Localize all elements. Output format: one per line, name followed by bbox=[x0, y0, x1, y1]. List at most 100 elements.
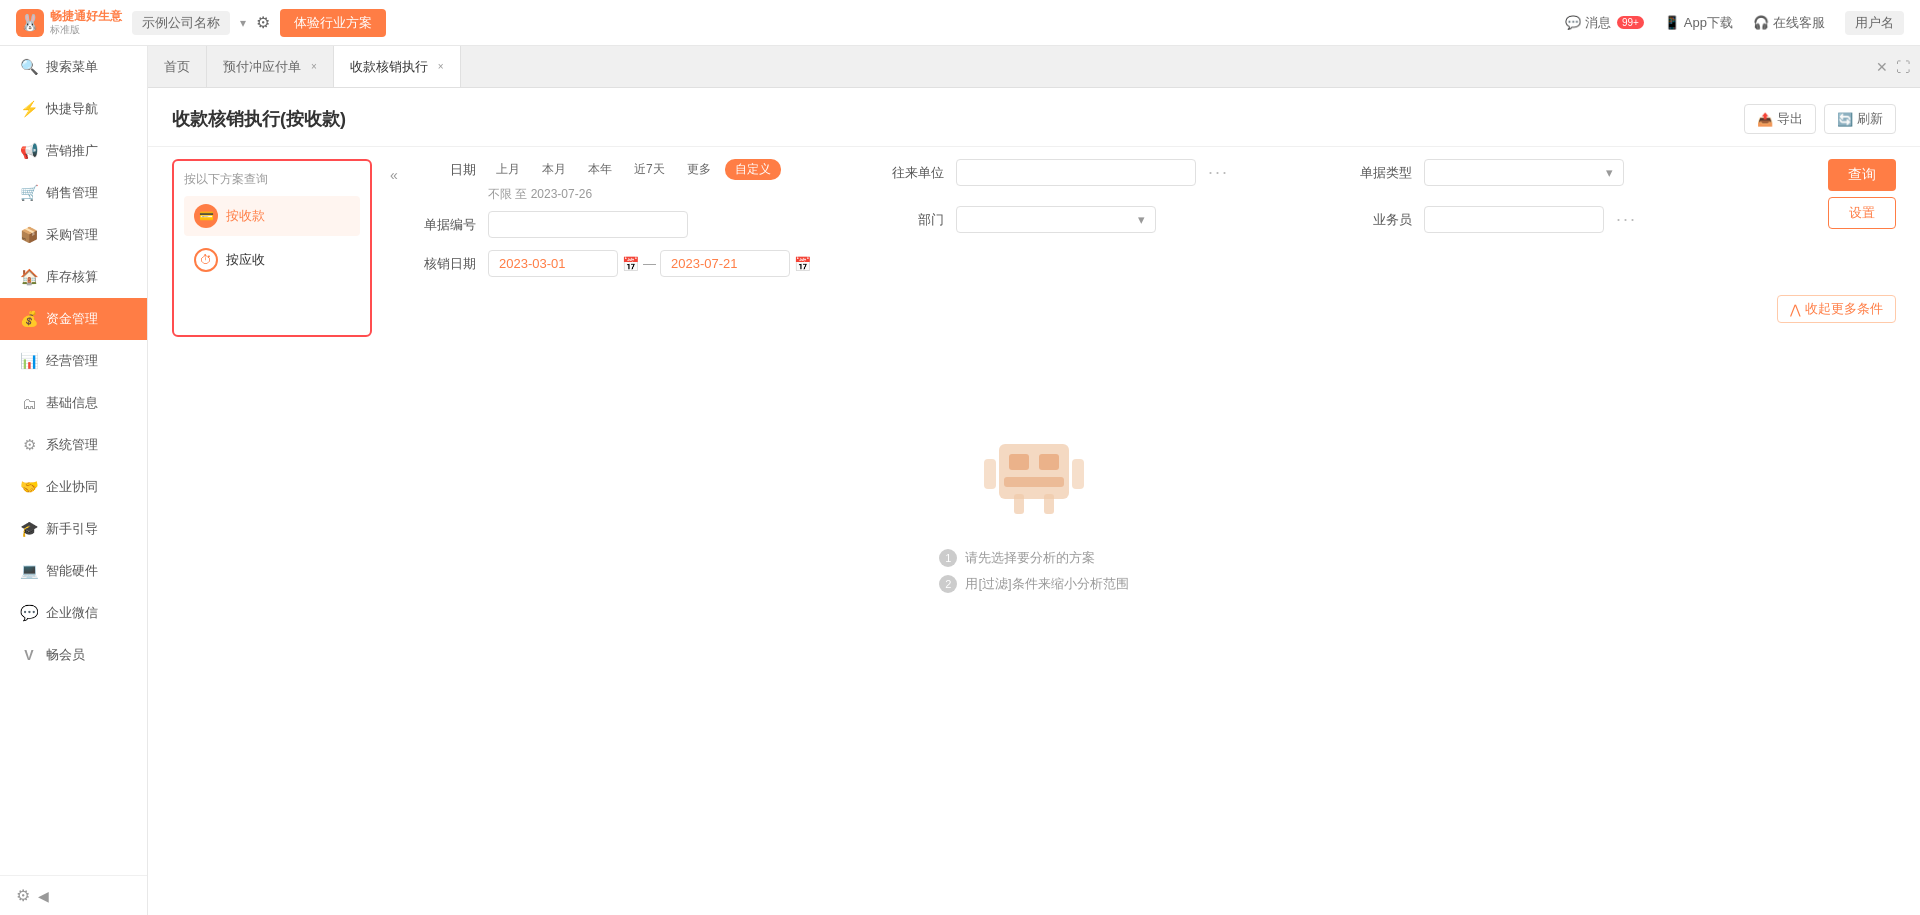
date-range-separator: — bbox=[643, 256, 656, 271]
department-select[interactable]: ▾ bbox=[956, 206, 1156, 233]
date-btn-this-year[interactable]: 本年 bbox=[580, 159, 620, 180]
tab-prepay-label: 预付冲应付单 bbox=[223, 58, 301, 76]
svg-rect-7 bbox=[1072, 459, 1084, 489]
funds-icon: 💰 bbox=[20, 310, 38, 328]
tab-expand-icon[interactable]: ⛶ bbox=[1896, 59, 1910, 75]
refresh-button[interactable]: 🔄 刷新 bbox=[1824, 104, 1896, 134]
message-badge: 99+ bbox=[1617, 16, 1644, 29]
marketing-icon: 📢 bbox=[20, 142, 38, 160]
empty-svg bbox=[974, 409, 1094, 529]
inventory-icon: 🏠 bbox=[20, 268, 38, 286]
svg-rect-1 bbox=[1009, 454, 1029, 470]
app-edition: 标准版 bbox=[50, 24, 122, 36]
sidebar-label-collaboration: 企业协同 bbox=[46, 478, 98, 496]
sidebar-item-member[interactable]: V 畅会员 bbox=[0, 634, 147, 676]
filter-option-by-collection[interactable]: 💳 按收款 bbox=[184, 196, 360, 236]
salesperson-input[interactable] bbox=[1424, 206, 1604, 233]
verify-date-end-calendar-icon[interactable]: 📅 bbox=[794, 256, 811, 272]
tab-collection[interactable]: 收款核销执行 × bbox=[334, 46, 461, 87]
online-service-button[interactable]: 🎧 在线客服 bbox=[1753, 14, 1825, 32]
filter-settings-button[interactable]: 设置 bbox=[1828, 197, 1896, 229]
salesperson-more-icon[interactable]: ··· bbox=[1616, 209, 1637, 230]
department-label: 部门 bbox=[884, 211, 944, 229]
filter-scheme-panel: 按以下方案查询 💳 按收款 ⏱ 按应收 bbox=[172, 159, 372, 337]
empty-tip-1: 1 请先选择要分析的方案 bbox=[939, 549, 1128, 567]
sidebar-item-basic-info[interactable]: 🗂 基础信息 bbox=[0, 382, 147, 424]
sidebar-item-funds[interactable]: 💰 资金管理 bbox=[0, 298, 147, 340]
refresh-icon: 🔄 bbox=[1837, 112, 1853, 127]
svg-rect-4 bbox=[1014, 494, 1024, 514]
sidebar-item-marketing[interactable]: 📢 营销推广 bbox=[0, 130, 147, 172]
verify-date-range: 📅 — 📅 bbox=[488, 250, 811, 277]
sidebar-item-quick-nav[interactable]: ⚡ 快捷导航 bbox=[0, 88, 147, 130]
tab-prepay[interactable]: 预付冲应付单 × bbox=[207, 46, 334, 87]
collapse-conditions-button[interactable]: ⋀ 收起更多条件 bbox=[1777, 295, 1896, 323]
tab-collection-close-icon[interactable]: × bbox=[438, 61, 444, 72]
verify-date-start-input[interactable] bbox=[488, 250, 618, 277]
system-icon: ⚙ bbox=[20, 436, 38, 454]
page-actions: 📤 导出 🔄 刷新 bbox=[1744, 104, 1896, 134]
doc-no-label: 单据编号 bbox=[416, 216, 476, 234]
query-button[interactable]: 查询 bbox=[1828, 159, 1896, 191]
export-button[interactable]: 📤 导出 bbox=[1744, 104, 1816, 134]
tip-text-1: 请先选择要分析的方案 bbox=[965, 549, 1095, 567]
verify-date-start-calendar-icon[interactable]: 📅 bbox=[622, 256, 639, 272]
date-shortcuts: 上月 本月 本年 近7天 更多 自定义 bbox=[488, 159, 781, 180]
sidebar-item-collaboration[interactable]: 🤝 企业协同 bbox=[0, 466, 147, 508]
company-chevron-icon[interactable]: ▾ bbox=[240, 16, 246, 30]
user-info[interactable]: 用户名 bbox=[1845, 11, 1904, 35]
company-selector[interactable]: 示例公司名称 bbox=[132, 11, 230, 35]
sidebar-label-sales: 销售管理 bbox=[46, 184, 98, 202]
sidebar-item-hardware[interactable]: 💻 智能硬件 bbox=[0, 550, 147, 592]
date-btn-custom[interactable]: 自定义 bbox=[725, 159, 781, 180]
sidebar-label-guide: 新手引导 bbox=[46, 520, 98, 538]
date-btn-this-month[interactable]: 本月 bbox=[534, 159, 574, 180]
counterparty-more-icon[interactable]: ··· bbox=[1208, 162, 1229, 183]
filter-option-label-collection: 按收款 bbox=[226, 207, 265, 225]
settings-gear-icon[interactable]: ⚙ bbox=[256, 13, 270, 32]
app-download-button[interactable]: 📱 App下载 bbox=[1664, 14, 1733, 32]
empty-state: 1 请先选择要分析的方案 2 用[过滤]条件来缩小分析范围 bbox=[148, 349, 1920, 653]
date-btn-7days[interactable]: 近7天 bbox=[626, 159, 673, 180]
collapse-icon: ⋀ bbox=[1790, 302, 1801, 317]
message-button[interactable]: 💬 消息 99+ bbox=[1565, 14, 1644, 32]
sidebar-item-system[interactable]: ⚙ 系统管理 bbox=[0, 424, 147, 466]
page-title: 收款核销执行(按收款) bbox=[172, 107, 346, 131]
filter-panel: 按以下方案查询 💳 按收款 ⏱ 按应收 « bbox=[148, 147, 1920, 349]
sidebar-item-wechat[interactable]: 💬 企业微信 bbox=[0, 592, 147, 634]
filter-option-icon-receivable: ⏱ bbox=[194, 248, 218, 272]
sidebar-label-hardware: 智能硬件 bbox=[46, 562, 98, 580]
doc-type-label: 单据类型 bbox=[1352, 164, 1412, 182]
tip-text-2: 用[过滤]条件来缩小分析范围 bbox=[965, 575, 1128, 593]
counterparty-label: 往来单位 bbox=[884, 164, 944, 182]
logo: 🐰 畅捷通好生意 标准版 bbox=[16, 9, 122, 37]
sidebar-label-wechat: 企业微信 bbox=[46, 604, 98, 622]
date-btn-last-month[interactable]: 上月 bbox=[488, 159, 528, 180]
doc-type-chevron-icon: ▾ bbox=[1606, 165, 1613, 180]
filter-option-by-receivable[interactable]: ⏱ 按应收 bbox=[184, 240, 360, 280]
date-label: 日期 bbox=[416, 161, 476, 179]
counterparty-input[interactable] bbox=[956, 159, 1196, 186]
sidebar-item-operations[interactable]: 📊 经营管理 bbox=[0, 340, 147, 382]
sidebar-settings-icon[interactable]: ⚙ bbox=[16, 886, 30, 905]
tab-home[interactable]: 首页 bbox=[148, 46, 207, 87]
doc-type-select[interactable]: ▾ bbox=[1424, 159, 1624, 186]
date-btn-more[interactable]: 更多 bbox=[679, 159, 719, 180]
headset-icon: 🎧 bbox=[1753, 15, 1769, 30]
verify-date-end-input[interactable] bbox=[660, 250, 790, 277]
sidebar-item-inventory[interactable]: 🏠 库存核算 bbox=[0, 256, 147, 298]
sidebar-label-operations: 经营管理 bbox=[46, 352, 98, 370]
filter-collapse-button[interactable]: « bbox=[384, 159, 404, 337]
tab-prepay-close-icon[interactable]: × bbox=[311, 61, 317, 72]
doc-no-input[interactable] bbox=[488, 211, 688, 238]
filter-row-salesperson: 业务员 ··· bbox=[1352, 206, 1804, 233]
filter-option-icon-collection: 💳 bbox=[194, 204, 218, 228]
sidebar-item-purchase[interactable]: 📦 采购管理 bbox=[0, 214, 147, 256]
sidebar-item-sales[interactable]: 🛒 销售管理 bbox=[0, 172, 147, 214]
sidebar-item-guide[interactable]: 🎓 新手引导 bbox=[0, 508, 147, 550]
sidebar-bottom: ⚙ ◀ bbox=[0, 875, 147, 915]
tab-close-all-icon[interactable]: ✕ bbox=[1876, 59, 1888, 75]
sidebar-collapse-icon[interactable]: ◀ bbox=[38, 888, 49, 904]
solution-button[interactable]: 体验行业方案 bbox=[280, 9, 386, 37]
sidebar-item-search[interactable]: 🔍 搜索菜单 bbox=[0, 46, 147, 88]
